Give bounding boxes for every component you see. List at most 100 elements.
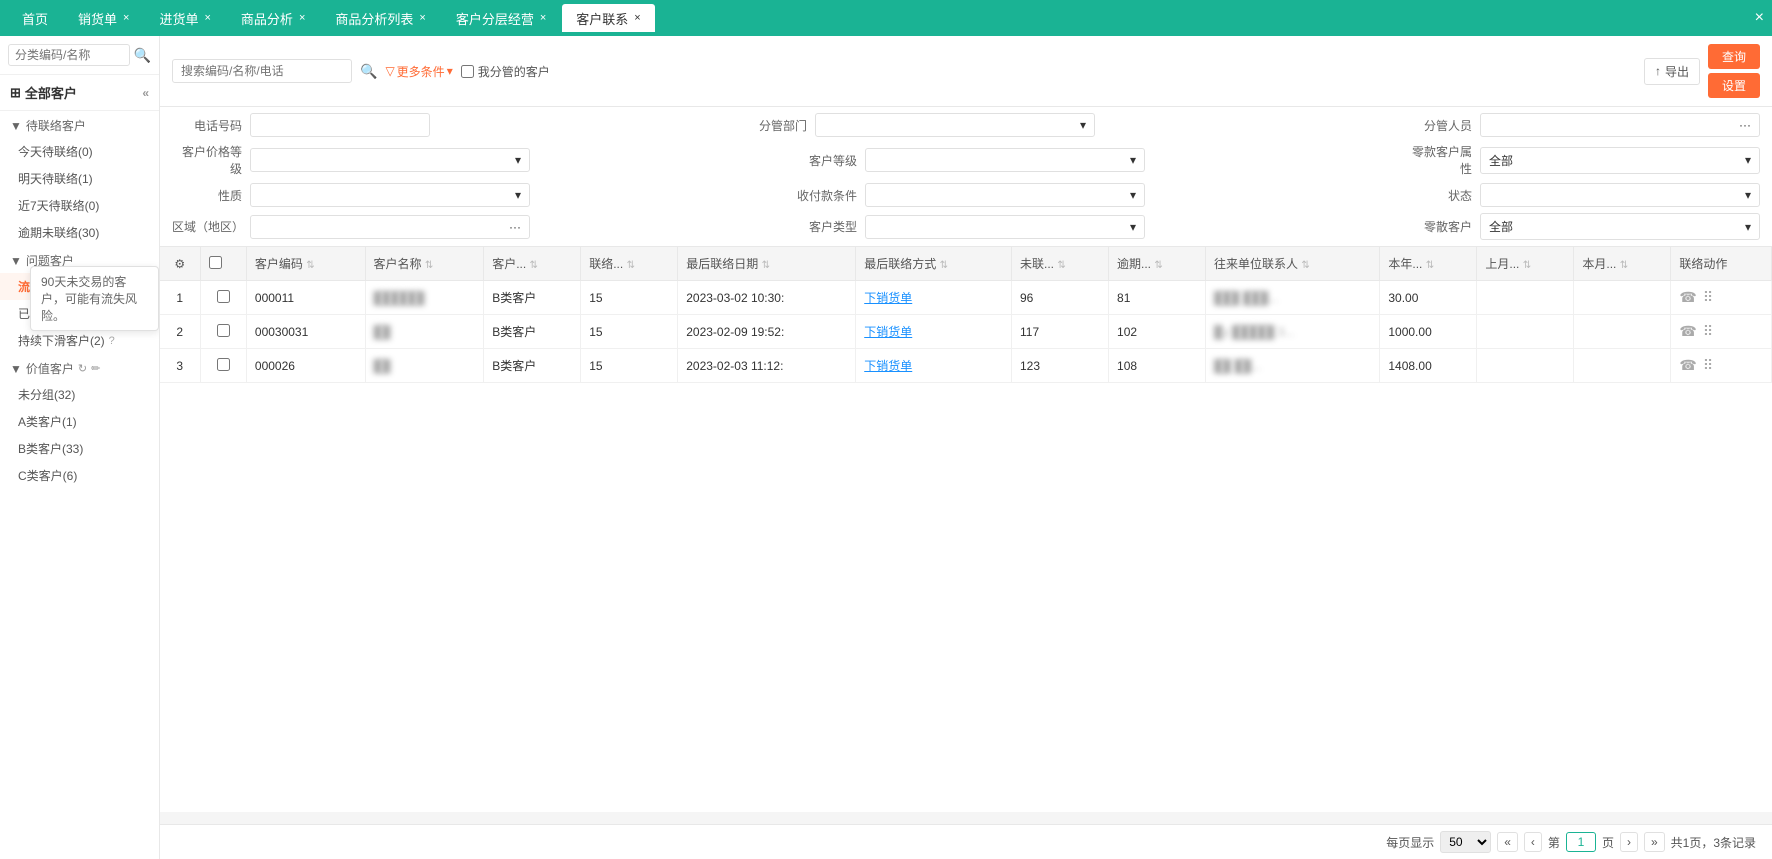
filter-select-status[interactable]: ▾ — [1480, 183, 1760, 207]
refresh-icon[interactable]: ↻ — [78, 362, 87, 375]
tab-purchase[interactable]: 进货单 × — [145, 4, 224, 32]
col-last-method[interactable]: 最后联络方式 ⇅ — [856, 247, 1012, 281]
filter-row-3: 性质 ▾ 收付款条件 ▾ 状态 ▾ — [172, 183, 1760, 207]
toolbar-search-input[interactable] — [172, 59, 352, 83]
sidebar-item-tomorrow[interactable]: 明天待联络(1) — [0, 165, 159, 192]
tab-product-list[interactable]: 商品分析列表 × — [321, 4, 439, 32]
edit-icon[interactable]: ✏ — [91, 362, 100, 375]
col-contact-count[interactable]: 联络... ⇅ — [581, 247, 678, 281]
action-more-icon-2[interactable]: ⠿ — [1703, 357, 1713, 374]
sidebar-item-overdue[interactable]: 逾期未联络(30) — [0, 219, 159, 246]
row-checkbox-0[interactable] — [217, 290, 230, 303]
tab-bar: 首页 销货单 × 进货单 × 商品分析 × 商品分析列表 × 客户分层经营 × … — [0, 0, 1772, 36]
tab-customer-segment-close[interactable]: × — [540, 12, 546, 24]
tab-sales-close[interactable]: × — [123, 12, 129, 24]
arrow-down-icon-3: ▼ — [10, 362, 22, 376]
more-filter-button[interactable]: ▽ 更多条件 ▾ — [385, 63, 452, 80]
sidebar-item-today[interactable]: 今天待联络(0) — [0, 138, 159, 165]
tab-customer-contact[interactable]: 客户联系 × — [562, 4, 654, 32]
sidebar: 🔍 ⊞ 全部客户 « ▼ 待联络客户 今天待联络(0) 明天待联络(1) 近7天… — [0, 36, 160, 859]
tab-sales[interactable]: 销货单 × — [64, 4, 143, 32]
close-window-icon[interactable]: × — [1755, 9, 1764, 27]
toolbar-search-icon[interactable]: 🔍 — [360, 63, 377, 80]
col-settings[interactable]: ⚙ — [160, 247, 200, 281]
link-method-2[interactable]: 下销货单 — [864, 359, 912, 373]
next-page-button[interactable]: › — [1620, 832, 1638, 852]
col-uncontacted[interactable]: 未联... ⇅ — [1012, 247, 1109, 281]
tab-product-analysis-close[interactable]: × — [299, 12, 305, 24]
cell-last-method-0[interactable]: 下销货单 — [856, 281, 1012, 315]
col-overdue[interactable]: 逾期... ⇅ — [1109, 247, 1206, 281]
filter-select-dept[interactable]: ▾ — [815, 113, 1095, 137]
row-checkbox-1[interactable] — [217, 324, 230, 337]
cell-last-method-2[interactable]: 下销货单 — [856, 349, 1012, 383]
filter-select-payment[interactable]: ▾ — [865, 183, 1145, 207]
col-last-month[interactable]: 上月... ⇅ — [1477, 247, 1574, 281]
cell-checkbox-2[interactable] — [200, 349, 246, 383]
tab-product-analysis[interactable]: 商品分析 × — [227, 4, 319, 32]
scrollbar-placeholder[interactable] — [160, 812, 1772, 824]
sidebar-group-pending[interactable]: ▼ 待联络客户 — [0, 111, 159, 138]
col-code[interactable]: 客户编码 ⇅ — [246, 247, 365, 281]
filter-select-customer-type[interactable]: ▾ — [865, 215, 1145, 239]
sidebar-item-class-a[interactable]: A类客户(1) — [0, 408, 159, 435]
action-contact-icon-0[interactable]: ☎ — [1679, 289, 1696, 306]
query-button[interactable]: 查询 — [1708, 44, 1760, 69]
filter-input-phone[interactable] — [250, 113, 430, 137]
filter-select-retail[interactable]: 全部 ▾ — [1480, 213, 1760, 240]
cell-code-0: 000011 — [246, 281, 365, 315]
col-checkbox[interactable] — [200, 247, 246, 281]
prev-page-button[interactable]: ‹ — [1524, 832, 1542, 852]
my-customers-checkbox[interactable] — [461, 65, 474, 78]
export-button[interactable]: ↑ 导出 — [1644, 58, 1700, 85]
link-method-1[interactable]: 下销货单 — [864, 325, 912, 339]
sidebar-item-declining[interactable]: 持续下滑客户(2) ? — [0, 327, 159, 354]
last-page-button[interactable]: » — [1644, 832, 1665, 852]
col-type[interactable]: 客户... ⇅ — [484, 247, 581, 281]
my-customers-checkbox-label[interactable]: 我分管的客户 — [461, 63, 550, 80]
col-name[interactable]: 客户名称 ⇅ — [365, 247, 484, 281]
cell-checkbox-0[interactable] — [200, 281, 246, 315]
action-more-icon-0[interactable]: ⠿ — [1703, 289, 1713, 306]
row-checkbox-2[interactable] — [217, 358, 230, 371]
cell-last-date-2: 2023-02-03 11:12: — [678, 349, 856, 383]
per-page-select[interactable]: 50 20 100 — [1440, 831, 1491, 853]
action-more-icon-1[interactable]: ⠿ — [1703, 323, 1713, 340]
select-all-checkbox[interactable] — [209, 256, 222, 269]
col-this-month[interactable]: 本月... ⇅ — [1574, 247, 1671, 281]
tab-home[interactable]: 首页 — [8, 4, 62, 32]
sidebar-group-value[interactable]: ▼ 价值客户 ↻ ✏ — [0, 354, 159, 381]
col-last-date[interactable]: 最后联络日期 ⇅ — [678, 247, 856, 281]
sidebar-item-week[interactable]: 近7天待联络(0) — [0, 192, 159, 219]
col-contact-person[interactable]: 往来单位联系人 ⇅ — [1206, 247, 1380, 281]
sidebar-collapse-icon[interactable]: « — [142, 86, 149, 100]
tab-purchase-close[interactable]: × — [204, 12, 210, 24]
sidebar-item-ungrouped-label: 未分组(32) — [18, 386, 75, 403]
settings-button[interactable]: 设置 — [1708, 73, 1760, 98]
tab-product-list-close[interactable]: × — [419, 12, 425, 24]
sidebar-all-customers[interactable]: ⊞ 全部客户 « — [0, 75, 159, 111]
first-page-button[interactable]: « — [1497, 832, 1518, 852]
cell-person-1: █y █████ 3... — [1206, 315, 1380, 349]
sidebar-search-input[interactable] — [8, 44, 130, 66]
sidebar-item-class-b[interactable]: B类客户(33) — [0, 435, 159, 462]
filter-select-customer-grade[interactable]: ▾ — [865, 148, 1145, 172]
tab-customer-contact-close[interactable]: × — [634, 12, 640, 24]
filter-select-price-grade[interactable]: ▾ — [250, 148, 530, 172]
filter-select-region[interactable]: ··· — [250, 215, 530, 239]
filter-select-zero-attr[interactable]: 全部 ▾ — [1480, 147, 1760, 174]
filter-select-person[interactable]: ··· — [1480, 113, 1760, 137]
cell-lm-1 — [1477, 315, 1574, 349]
filter-row-1: 电话号码 分管部门 ▾ 分管人员 ··· — [172, 113, 1760, 137]
sidebar-item-ungrouped[interactable]: 未分组(32) — [0, 381, 159, 408]
cell-last-method-1[interactable]: 下销货单 — [856, 315, 1012, 349]
cell-checkbox-1[interactable] — [200, 315, 246, 349]
filter-select-nature[interactable]: ▾ — [250, 183, 530, 207]
tab-customer-segment[interactable]: 客户分层经营 × — [442, 4, 560, 32]
action-contact-icon-2[interactable]: ☎ — [1679, 357, 1696, 374]
link-method-0[interactable]: 下销货单 — [864, 291, 912, 305]
sidebar-item-class-c[interactable]: C类客户(6) — [0, 462, 159, 489]
action-contact-icon-1[interactable]: ☎ — [1679, 323, 1696, 340]
page-input[interactable] — [1566, 832, 1596, 852]
col-this-year[interactable]: 本年... ⇅ — [1380, 247, 1477, 281]
